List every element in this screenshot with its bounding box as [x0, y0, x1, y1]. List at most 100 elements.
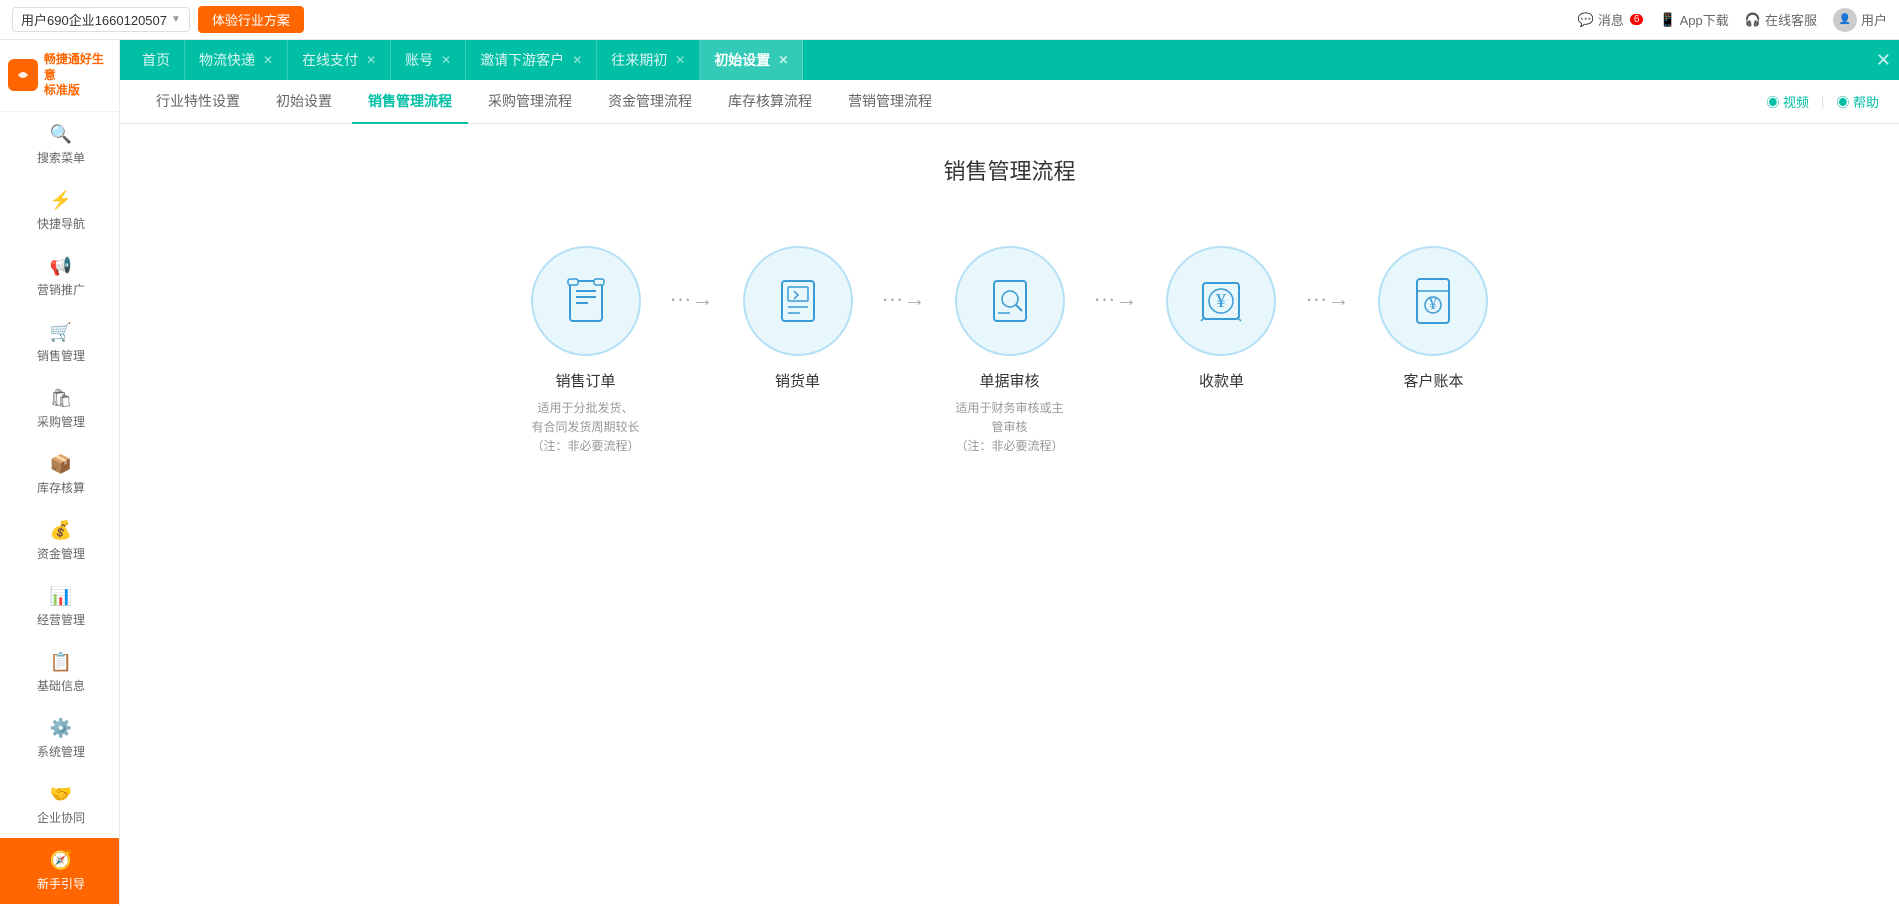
- flow-step-desc: 适用于财务审核或主管审核（注：非必要流程）: [955, 399, 1063, 457]
- nav-tab-logistics[interactable]: 物流快递✕: [185, 40, 288, 80]
- nav-tabs-bar: 首页物流快递✕在线支付✕账号✕邀请下游客户✕往来期初✕初始设置✕✕: [120, 40, 1899, 80]
- nav-tab-init_settings[interactable]: 初始设置✕: [700, 40, 803, 80]
- message-badge: 6: [1630, 14, 1644, 25]
- user-avatar-item[interactable]: 👤 用户: [1833, 8, 1887, 32]
- logo-icon: [8, 59, 38, 91]
- flow-step-sales_order[interactable]: 销售订单 适用于分批发货、有合同发货周期较长（注：非必要流程）: [506, 246, 666, 457]
- flow-step-doc_review[interactable]: 单据审核 适用于财务审核或主管审核（注：非必要流程）: [930, 246, 1090, 457]
- guide-icon: 🧭: [50, 850, 72, 871]
- sidebar-item-search[interactable]: 🔍搜索菜单: [0, 112, 119, 178]
- nav-tab-period_init[interactable]: 往来期初✕: [597, 40, 700, 80]
- user-select-text: 用户690企业1660120507: [21, 10, 167, 29]
- close-tab-icon[interactable]: ✕: [263, 53, 273, 67]
- close-tab-icon[interactable]: ✕: [366, 53, 376, 67]
- sidebar-item-purchase[interactable]: 🛍采购管理: [0, 376, 119, 442]
- flow-circle-sales_order: [531, 246, 641, 356]
- flow-step-name: 客户账本: [1403, 370, 1463, 391]
- flow-circle-customer_ledger: ¥: [1378, 246, 1488, 356]
- flow-circle-sales_invoice: [743, 246, 853, 356]
- flow-circle-doc_review: [955, 246, 1065, 356]
- sidebar-item-finance[interactable]: 💰资金管理: [0, 508, 119, 574]
- sidebar-logo-text: 畅捷通好生意 标准版: [44, 52, 111, 99]
- app-download-item[interactable]: 📱 App下载: [1659, 10, 1728, 29]
- operations-icon: 📊: [50, 586, 72, 607]
- sub-tab-sales_flow[interactable]: 销售管理流程: [352, 80, 468, 124]
- basic-icon: 📋: [50, 652, 72, 673]
- flow-step-receipt[interactable]: ¥ 收款单: [1141, 246, 1301, 399]
- sub-tab-finance_flow[interactable]: 资金管理流程: [592, 80, 708, 124]
- sidebar-logo: 畅捷通好生意 标准版: [0, 40, 119, 112]
- content-area: 首页物流快递✕在线支付✕账号✕邀请下游客户✕往来期初✕初始设置✕✕ 行业特性设置…: [120, 40, 1899, 906]
- sub-tabs-right: ◉ 视频|◉ 帮助: [1766, 92, 1879, 111]
- purchase-icon: 🛍: [50, 388, 73, 409]
- sidebar-items-container: 🔍搜索菜单⚡快捷导航📢营销推广🛒销售管理🛍采购管理📦库存核算💰资金管理📊经营管理…: [0, 112, 119, 906]
- service-item[interactable]: 🎧 在线客服: [1745, 10, 1817, 29]
- svg-text:¥: ¥: [1216, 290, 1226, 312]
- flow-circle-receipt: ¥: [1166, 246, 1276, 356]
- sidebar-item-inventory[interactable]: 📦库存核算: [0, 442, 119, 508]
- close-tab-icon[interactable]: ✕: [572, 53, 582, 67]
- sidebar-item-sales_mgmt[interactable]: 🛒销售管理: [0, 310, 119, 376]
- flow-page: 销售管理流程 销售订单 适用于分批发货、有合同发货周期较长（注：非必要流程） ·…: [120, 124, 1899, 487]
- flow-arrow: ···→: [882, 246, 926, 312]
- sub-tab-right-video[interactable]: ◉ 视频: [1766, 92, 1809, 111]
- sub-tab-purchase_flow[interactable]: 采购管理流程: [472, 80, 588, 124]
- sidebar-item-marketing_promo[interactable]: 📢营销推广: [0, 244, 119, 310]
- top-bar: 用户690企业1660120507 ▼ 体验行业方案 💬 消息 6 📱 App下…: [0, 0, 1899, 40]
- phone-icon: 📱: [1659, 12, 1675, 28]
- page-body: 行业特性设置初始设置销售管理流程采购管理流程资金管理流程库存核算流程营销管理流程…: [120, 80, 1899, 906]
- marketing_promo-icon: 📢: [50, 256, 72, 277]
- quick-icon: ⚡: [50, 190, 72, 211]
- system-icon: ⚙️: [50, 718, 72, 739]
- collab-icon: 🤝: [50, 784, 72, 805]
- search-icon: 🔍: [50, 124, 72, 145]
- flow-arrow: ···→: [670, 246, 714, 312]
- chevron-down-icon: ▼: [171, 14, 181, 25]
- flow-arrow: ···→: [1094, 246, 1138, 312]
- inventory-icon: 📦: [50, 454, 72, 475]
- svg-text:¥: ¥: [1429, 296, 1437, 313]
- sub-tab-marketing_flow[interactable]: 营销管理流程: [832, 80, 948, 124]
- avatar: 👤: [1833, 8, 1857, 32]
- message-item[interactable]: 💬 消息 6: [1578, 10, 1644, 29]
- close-tab-icon[interactable]: ✕: [441, 53, 451, 67]
- nav-tab-home[interactable]: 首页: [128, 40, 185, 80]
- sidebar-item-operations[interactable]: 📊经营管理: [0, 574, 119, 640]
- nav-tab-account[interactable]: 账号✕: [391, 40, 466, 80]
- flow-arrow: ···→: [1305, 246, 1349, 312]
- headset-icon: 🎧: [1745, 12, 1761, 28]
- flow-step-customer_ledger[interactable]: ¥ 客户账本: [1353, 246, 1513, 399]
- close-tab-icon[interactable]: ✕: [778, 53, 788, 67]
- finance-icon: 💰: [50, 520, 72, 541]
- flow-step-desc: 适用于分批发货、有合同发货周期较长（注：非必要流程）: [532, 399, 640, 457]
- flow-step-name: 销货单: [775, 370, 820, 391]
- sidebar-item-quick[interactable]: ⚡快捷导航: [0, 178, 119, 244]
- sidebar-item-collab[interactable]: 🤝企业协同: [0, 772, 119, 838]
- user-select[interactable]: 用户690企业1660120507 ▼: [12, 7, 190, 32]
- nav-tab-payment[interactable]: 在线支付✕: [288, 40, 391, 80]
- flow-step-name: 单据审核: [979, 370, 1039, 391]
- flow-step-name: 收款单: [1199, 370, 1244, 391]
- flow-step-name: 销售订单: [556, 370, 616, 391]
- close-tab-icon[interactable]: ✕: [675, 53, 685, 67]
- top-bar-left: 用户690企业1660120507 ▼ 体验行业方案: [12, 6, 304, 33]
- sidebar-item-basic[interactable]: 📋基础信息: [0, 640, 119, 706]
- sidebar-item-guide[interactable]: 🧭新手引导: [0, 838, 119, 904]
- close-all-tabs-icon[interactable]: ✕: [1876, 50, 1891, 71]
- main-layout: 畅捷通好生意 标准版 🔍搜索菜单⚡快捷导航📢营销推广🛒销售管理🛍采购管理📦库存核…: [0, 40, 1899, 906]
- sales_mgmt-icon: 🛒: [50, 322, 72, 343]
- message-icon: 💬: [1578, 12, 1594, 28]
- trial-btn[interactable]: 体验行业方案: [198, 6, 304, 33]
- flow-steps: 销售订单 适用于分批发货、有合同发货周期较长（注：非必要流程） ···→ 销货单…: [160, 246, 1859, 457]
- sub-tab-right-help[interactable]: ◉ 帮助: [1836, 92, 1879, 111]
- nav-tab-invite[interactable]: 邀请下游客户✕: [466, 40, 597, 80]
- sub-tab-inventory_flow[interactable]: 库存核算流程: [712, 80, 828, 124]
- sub-tab-industry[interactable]: 行业特性设置: [140, 80, 256, 124]
- sidebar: 畅捷通好生意 标准版 🔍搜索菜单⚡快捷导航📢营销推广🛒销售管理🛍采购管理📦库存核…: [0, 40, 120, 906]
- sub-tab-init[interactable]: 初始设置: [260, 80, 348, 124]
- top-bar-right: 💬 消息 6 📱 App下载 🎧 在线客服 👤 用户: [1578, 8, 1887, 32]
- flow-step-sales_invoice[interactable]: 销货单: [718, 246, 878, 399]
- sub-tabs-bar: 行业特性设置初始设置销售管理流程采购管理流程资金管理流程库存核算流程营销管理流程…: [120, 80, 1899, 124]
- flow-page-title: 销售管理流程: [160, 154, 1859, 186]
- sidebar-item-system[interactable]: ⚙️系统管理: [0, 706, 119, 772]
